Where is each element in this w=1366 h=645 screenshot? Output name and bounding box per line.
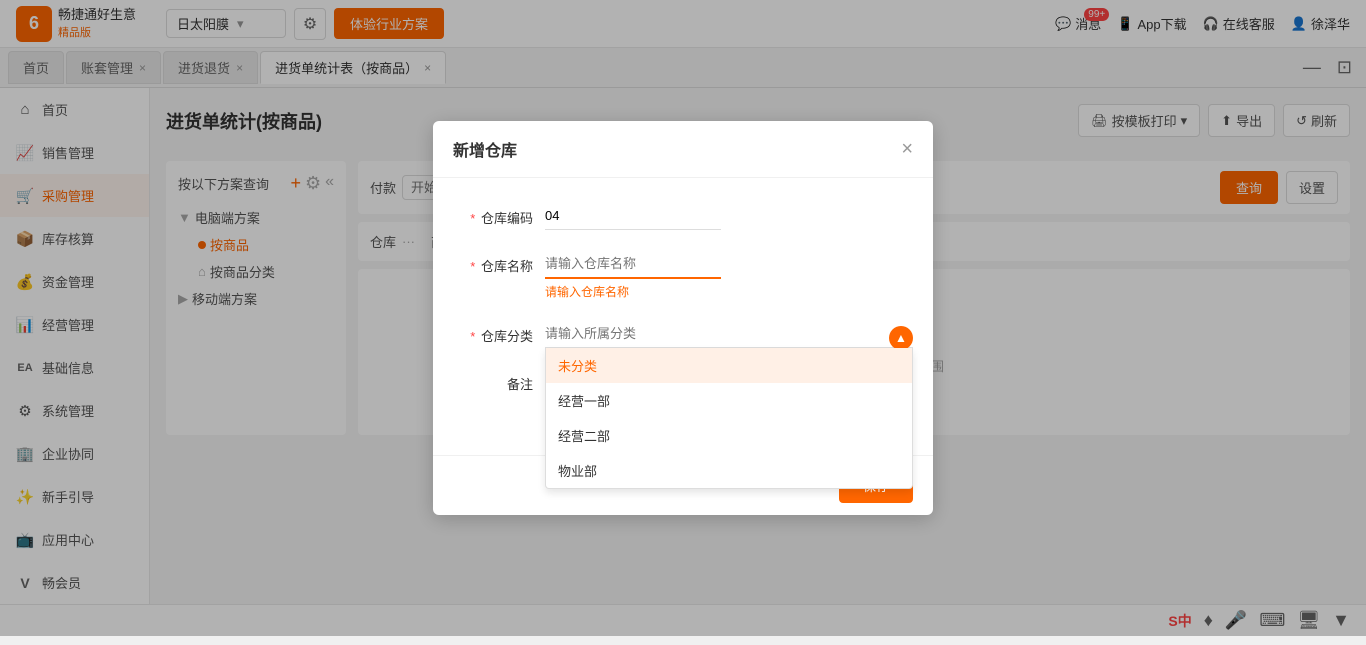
code-required-mark: * bbox=[470, 211, 475, 226]
name-error-message: 请输入仓库名称 bbox=[545, 283, 913, 300]
category-required-mark: * bbox=[470, 329, 475, 344]
new-warehouse-dialog: 新增仓库 × * 仓库编码 * 仓库名称 bbox=[433, 121, 933, 515]
dropdown-item-dept2[interactable]: 经营二部 bbox=[546, 418, 912, 453]
category-label-text: 仓库分类 bbox=[481, 329, 533, 344]
code-input[interactable] bbox=[545, 202, 721, 230]
name-label: * 仓库名称 bbox=[453, 250, 533, 275]
name-required-mark: * bbox=[470, 259, 475, 274]
name-field-wrap: 请输入仓库名称 bbox=[545, 250, 913, 300]
dialog-body: * 仓库编码 * 仓库名称 请输入仓库名称 bbox=[433, 178, 933, 455]
dialog-close-button[interactable]: × bbox=[901, 138, 913, 161]
note-label-text: 备注 bbox=[507, 377, 533, 392]
note-label: 备注 bbox=[453, 368, 533, 393]
modal-overlay: 新增仓库 × * 仓库编码 * 仓库名称 bbox=[0, 0, 1366, 636]
category-label: * 仓库分类 bbox=[453, 320, 533, 345]
category-field-row: * 仓库分类 ▲ 未分类 经营一部 经营二部 物业部 bbox=[453, 320, 913, 348]
category-input[interactable] bbox=[545, 320, 913, 348]
dropdown-item-unclassified[interactable]: 未分类 bbox=[546, 348, 912, 383]
dialog-header: 新增仓库 × bbox=[433, 121, 933, 178]
code-label: * 仓库编码 bbox=[453, 202, 533, 227]
category-dropdown: 未分类 经营一部 经营二部 物业部 bbox=[545, 348, 913, 489]
category-arrow-icon[interactable]: ▲ bbox=[889, 326, 913, 350]
dropdown-item-dept1[interactable]: 经营一部 bbox=[546, 383, 912, 418]
name-input[interactable] bbox=[545, 250, 721, 279]
dialog-title: 新增仓库 bbox=[453, 137, 517, 161]
code-label-text: 仓库编码 bbox=[481, 211, 533, 226]
code-field-row: * 仓库编码 bbox=[453, 202, 913, 230]
category-select-wrap: ▲ 未分类 经营一部 经营二部 物业部 bbox=[545, 320, 913, 348]
name-label-text: 仓库名称 bbox=[481, 259, 533, 274]
name-field-row: * 仓库名称 请输入仓库名称 bbox=[453, 250, 913, 300]
dropdown-item-property[interactable]: 物业部 bbox=[546, 453, 912, 488]
code-field-wrap bbox=[545, 202, 913, 230]
